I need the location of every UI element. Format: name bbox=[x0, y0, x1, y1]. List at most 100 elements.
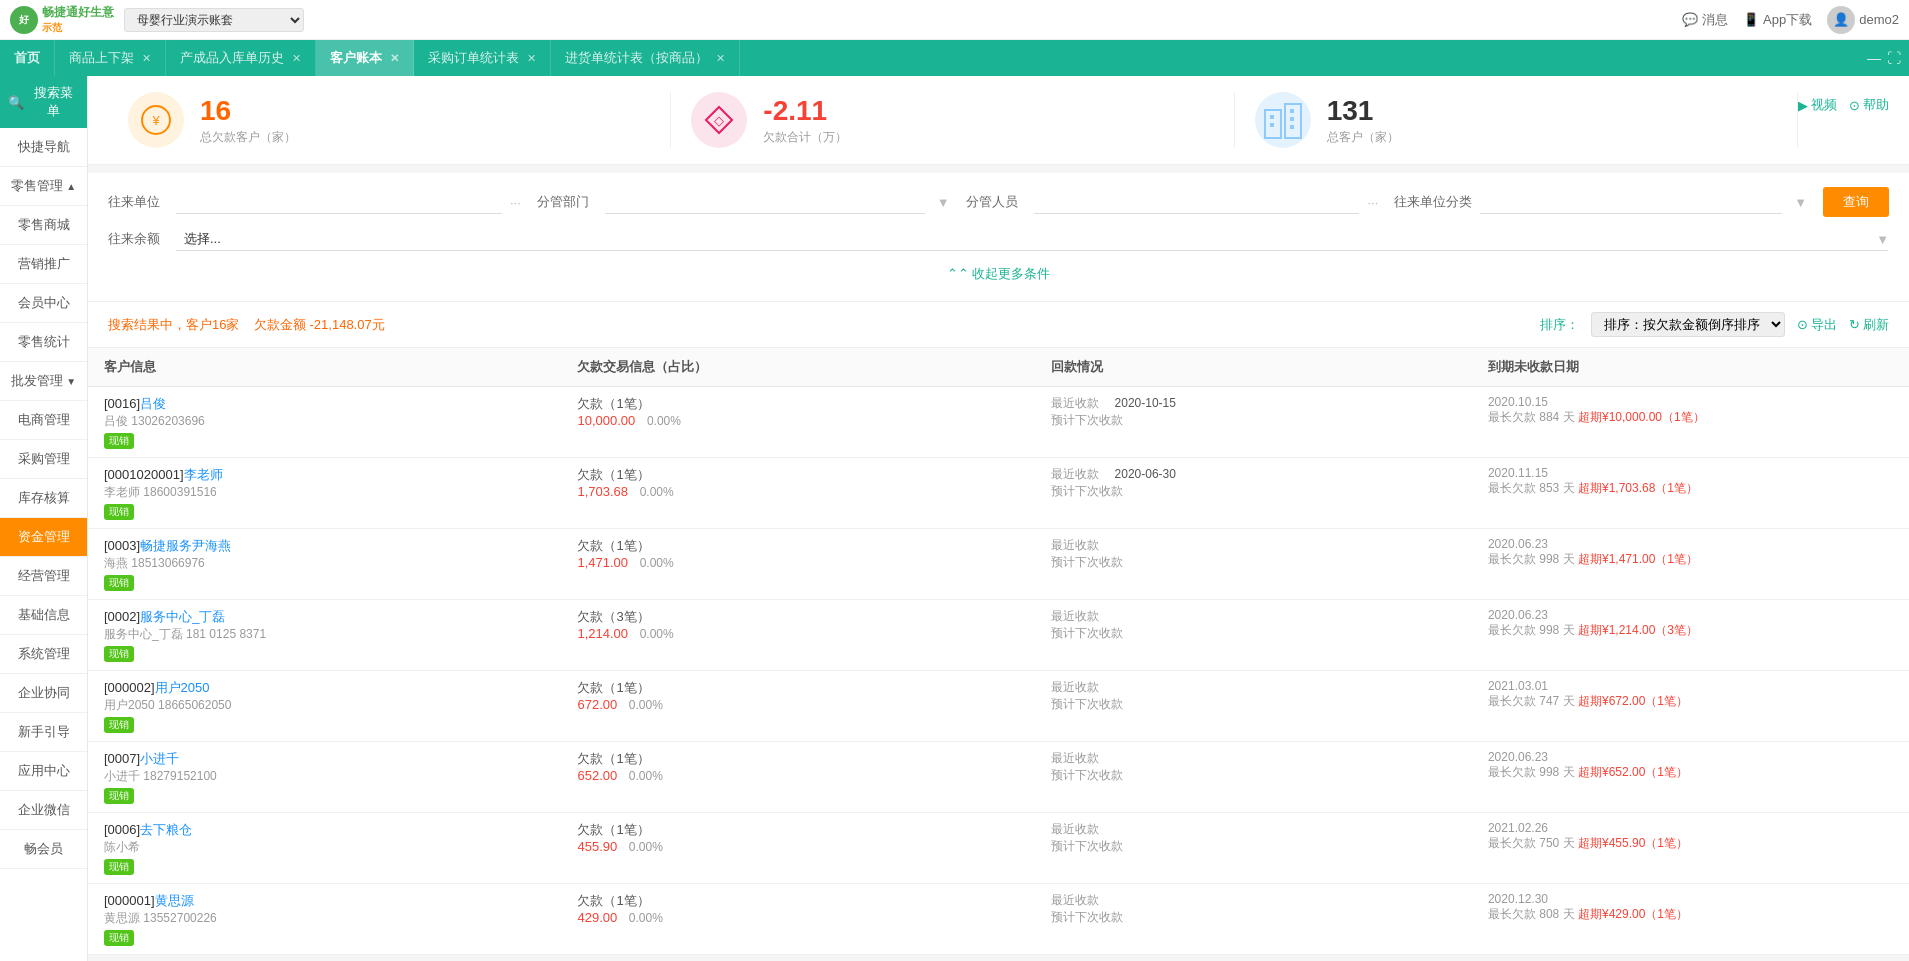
person-input[interactable] bbox=[1034, 190, 1360, 214]
customer-link-4[interactable]: 用户2050 bbox=[155, 680, 210, 695]
dept-arrow[interactable]: ▼ bbox=[937, 195, 950, 210]
app-download-button[interactable]: 📱 App下载 bbox=[1743, 11, 1812, 29]
balance-select[interactable]: 选择... bbox=[176, 227, 1888, 251]
help-button[interactable]: ⊙ 帮助 bbox=[1849, 96, 1889, 114]
tab-incoming[interactable]: 进货单统计表（按商品） ✕ bbox=[551, 40, 740, 76]
cell-date-1: 2020.11.15 最长欠款 853 天 超期¥1,703.68（1笔） bbox=[1472, 458, 1909, 529]
sidebar-item-marketing[interactable]: 营销推广 bbox=[0, 245, 87, 284]
overdue-amount-3[interactable]: 超期¥1,214.00（3笔） bbox=[1578, 623, 1698, 637]
unit-category-input[interactable] bbox=[1480, 190, 1782, 214]
debt-amount-3[interactable]: 1,214.00 bbox=[577, 626, 628, 641]
cell-date-5: 2020.06.23 最长欠款 998 天 超期¥652.00（1笔） bbox=[1472, 742, 1909, 813]
sidebar-item-retail-mgmt[interactable]: 零售管理 ▲ bbox=[0, 167, 87, 206]
customer-name-6[interactable]: [0006]去下粮仓 bbox=[104, 821, 545, 839]
dept-input[interactable] bbox=[605, 190, 925, 214]
refresh-button[interactable]: ↻ 刷新 bbox=[1849, 316, 1889, 334]
customer-name-0[interactable]: [0016]吕俊 bbox=[104, 395, 545, 413]
sidebar-item-operations[interactable]: 经营管理 bbox=[0, 557, 87, 596]
debt-amount-6[interactable]: 455.90 bbox=[577, 839, 617, 854]
customer-name-1[interactable]: [0001020001]李老师 bbox=[104, 466, 545, 484]
sidebar-item-batch-mgmt[interactable]: 批发管理 ▼ bbox=[0, 362, 87, 401]
unit-cat-arrow[interactable]: ▼ bbox=[1794, 195, 1807, 210]
collapse-bar[interactable]: ⌃⌃ 收起更多条件 bbox=[108, 261, 1889, 287]
customer-link-3[interactable]: 服务中心_丁磊 bbox=[140, 609, 225, 624]
customer-link-5[interactable]: 小进千 bbox=[140, 751, 179, 766]
sidebar-item-vip[interactable]: 畅会员 bbox=[0, 830, 87, 869]
overdue-info-6: 最长欠款 750 天 超期¥455.90（1笔） bbox=[1488, 835, 1893, 852]
tab-home[interactable]: 首页 bbox=[0, 40, 55, 76]
tab-customer[interactable]: 客户账本 ✕ bbox=[316, 40, 414, 76]
customer-name-2[interactable]: [0003]畅捷服务尹海燕 bbox=[104, 537, 545, 555]
sidebar-item-app-center[interactable]: 应用中心 bbox=[0, 752, 87, 791]
tab-purchase[interactable]: 采购订单统计表 ✕ bbox=[414, 40, 551, 76]
debt-amount-1[interactable]: 1,703.68 bbox=[577, 484, 628, 499]
customer-name-3[interactable]: [0002]服务中心_丁磊 bbox=[104, 608, 545, 626]
svg-rect-10 bbox=[1290, 125, 1294, 129]
overdue-amount-7[interactable]: 超期¥429.00（1笔） bbox=[1578, 907, 1688, 921]
debt-count-6: 欠款（1笔） bbox=[577, 821, 1018, 839]
debt-amount-5[interactable]: 652.00 bbox=[577, 768, 617, 783]
sidebar-item-warehouse[interactable]: 库存核算 bbox=[0, 479, 87, 518]
tag-xian-0: 现销 bbox=[104, 433, 134, 449]
customer-name-7[interactable]: [000001]黄思源 bbox=[104, 892, 545, 910]
sort-select[interactable]: 排序：按欠款金额倒序排序 bbox=[1591, 312, 1785, 337]
debt-amount-row-5: 652.00 0.00% bbox=[577, 768, 1018, 783]
debt-amount-0[interactable]: 10,000.00 bbox=[577, 413, 635, 428]
export-button[interactable]: ⊙ 导出 bbox=[1797, 316, 1837, 334]
tab-products-close[interactable]: ✕ bbox=[142, 52, 151, 65]
sidebar-item-retail-mall[interactable]: 零售商城 bbox=[0, 206, 87, 245]
overdue-info-4: 最长欠款 747 天 超期¥672.00（1笔） bbox=[1488, 693, 1893, 710]
debt-amount-2[interactable]: 1,471.00 bbox=[577, 555, 628, 570]
source-unit-input[interactable] bbox=[176, 190, 502, 214]
stat-total-customers: 131 总客户（家） bbox=[1235, 92, 1798, 148]
video-button[interactable]: ▶ 视频 bbox=[1798, 96, 1837, 114]
overdue-amount-5[interactable]: 超期¥652.00（1笔） bbox=[1578, 765, 1688, 779]
sidebar-item-basic-info[interactable]: 基础信息 bbox=[0, 596, 87, 635]
cell-debt-6: 欠款（1笔） 455.90 0.00% bbox=[561, 813, 1034, 884]
tab-customer-close[interactable]: ✕ bbox=[390, 52, 399, 65]
person-dots[interactable]: ··· bbox=[1367, 195, 1378, 210]
filter-source-unit: 往来单位 ··· bbox=[108, 190, 521, 214]
sidebar-item-member[interactable]: 会员中心 bbox=[0, 284, 87, 323]
tab-purchase-close[interactable]: ✕ bbox=[527, 52, 536, 65]
sidebar-item-wecom[interactable]: 企业微信 bbox=[0, 791, 87, 830]
customer-name-5[interactable]: [0007]小进千 bbox=[104, 750, 545, 768]
tab-stock-close[interactable]: ✕ bbox=[292, 52, 301, 65]
overdue-amount-1[interactable]: 超期¥1,703.68（1笔） bbox=[1578, 481, 1698, 495]
sidebar-item-finance[interactable]: 资金管理 bbox=[0, 518, 87, 557]
svg-text:¥: ¥ bbox=[151, 113, 160, 128]
tab-minimize-icon[interactable]: — bbox=[1867, 50, 1881, 66]
source-unit-dots[interactable]: ··· bbox=[510, 195, 521, 210]
overdue-amount-6[interactable]: 超期¥455.90（1笔） bbox=[1578, 836, 1688, 850]
sidebar-item-enterprise[interactable]: 企业协同 bbox=[0, 674, 87, 713]
sidebar-item-newbie[interactable]: 新手引导 bbox=[0, 713, 87, 752]
message-button[interactable]: 💬 消息 bbox=[1682, 11, 1728, 29]
table-row: [0001020001]李老师 李老师 18600391516 现销 欠款（1笔… bbox=[88, 458, 1909, 529]
tab-stock[interactable]: 产成品入库单历史 ✕ bbox=[166, 40, 316, 76]
overdue-amount-0[interactable]: 超期¥10,000.00（1笔） bbox=[1578, 410, 1705, 424]
user-menu[interactable]: 👤 demo2 bbox=[1827, 6, 1899, 34]
table-row: [0006]去下粮仓 陈小希 现销 欠款（1笔） 455.90 0.00% 最近… bbox=[88, 813, 1909, 884]
sidebar-item-system[interactable]: 系统管理 bbox=[0, 635, 87, 674]
tab-products[interactable]: 商品上下架 ✕ bbox=[55, 40, 166, 76]
sidebar-item-purchase[interactable]: 采购管理 bbox=[0, 440, 87, 479]
search-button[interactable]: 查询 bbox=[1823, 187, 1889, 217]
company-select[interactable]: 母婴行业演示账套 bbox=[124, 8, 304, 32]
customer-link-7[interactable]: 黄思源 bbox=[155, 893, 194, 908]
customer-link-1[interactable]: 李老师 bbox=[184, 467, 223, 482]
customer-link-2[interactable]: 畅捷服务尹海燕 bbox=[140, 538, 231, 553]
customer-link-0[interactable]: 吕俊 bbox=[140, 396, 166, 411]
overdue-amount-4[interactable]: 超期¥672.00（1笔） bbox=[1578, 694, 1688, 708]
tab-incoming-close[interactable]: ✕ bbox=[716, 52, 725, 65]
tab-maximize-icon[interactable]: ⛶ bbox=[1887, 50, 1901, 66]
overdue-amount-2[interactable]: 超期¥1,471.00（1笔） bbox=[1578, 552, 1698, 566]
customer-link-6[interactable]: 去下粮仓 bbox=[140, 822, 192, 837]
sidebar-search[interactable]: 🔍 搜索菜单 bbox=[0, 76, 87, 128]
sidebar-item-ecommerce[interactable]: 电商管理 bbox=[0, 401, 87, 440]
sidebar-item-quick-nav[interactable]: 快捷导航 bbox=[0, 128, 87, 167]
stat-text-amount: -2.11 欠款合计（万） bbox=[763, 95, 847, 146]
sidebar-item-retail-stats[interactable]: 零售统计 bbox=[0, 323, 87, 362]
debt-amount-4[interactable]: 672.00 bbox=[577, 697, 617, 712]
customer-name-4[interactable]: [000002]用户2050 bbox=[104, 679, 545, 697]
debt-amount-7[interactable]: 429.00 bbox=[577, 910, 617, 925]
